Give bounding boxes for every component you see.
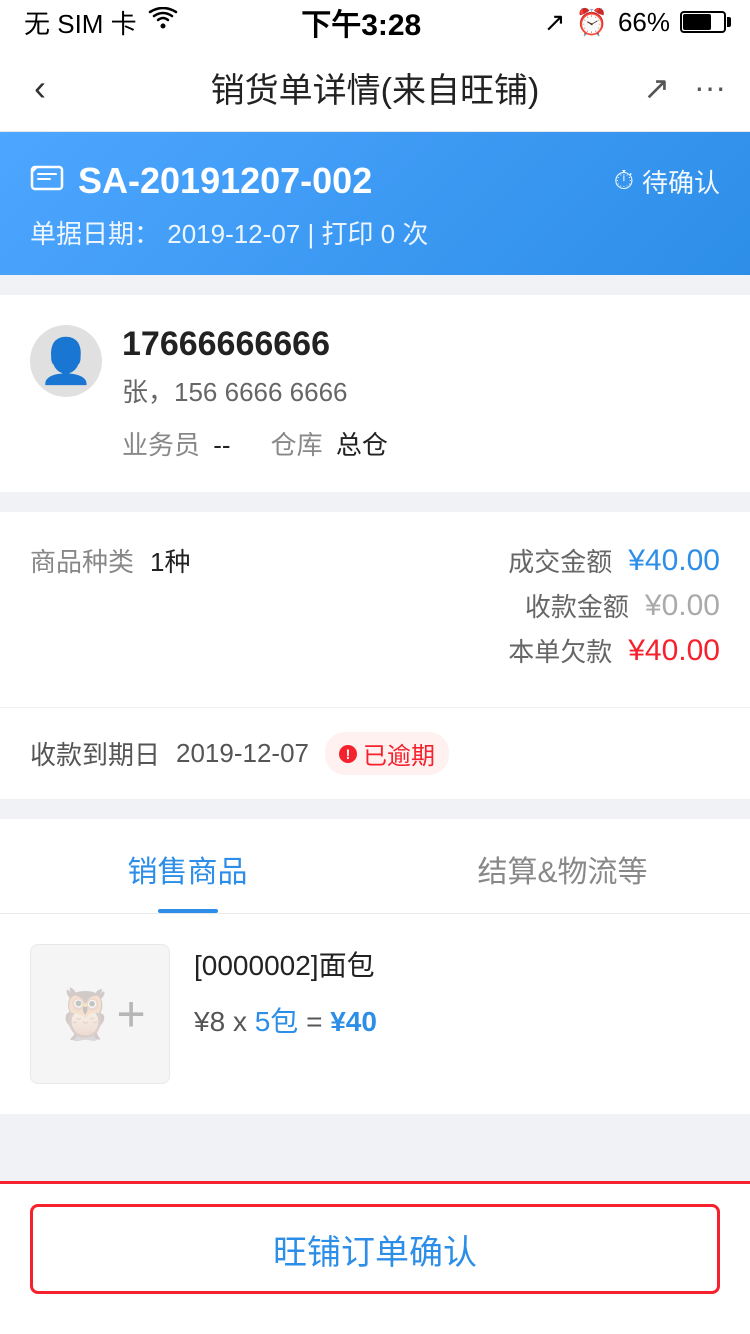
product-section: 🦉+ [0000002]面包 ¥8 x 5包 = ¥40	[0, 914, 750, 1114]
tab-bar: 销售商品 结算&物流等	[0, 819, 750, 914]
amount-row: 成交金额 ¥40.00	[508, 542, 720, 579]
salesperson-label: 业务员	[122, 430, 200, 460]
time-display: 下午3:28	[301, 0, 421, 44]
status-bar: 无 SIM 卡 下午3:28 ↗ ⏰ 66%	[0, 0, 750, 44]
product-item: 🦉+ [0000002]面包 ¥8 x 5包 = ¥40	[30, 944, 720, 1084]
product-price-row: ¥8 x 5包 = ¥40	[194, 1000, 720, 1040]
overdue-badge: ! 已逾期	[325, 732, 449, 775]
amount-label: 成交金额	[508, 542, 612, 579]
nav-actions: ↗ ···	[643, 69, 726, 107]
summary-right: 成交金额 ¥40.00 收款金额 ¥0.00 本单欠款 ¥40.00	[508, 542, 720, 677]
order-status: ⏱ 待确认	[614, 163, 720, 200]
tab-sales-products[interactable]: 销售商品	[0, 819, 375, 913]
due-date-section: 收款到期日 2019-12-07 ! 已逾期	[0, 708, 750, 799]
received-label: 收款金额	[525, 587, 629, 624]
balance-value: ¥40.00	[628, 634, 720, 668]
back-button[interactable]: ‹	[24, 57, 56, 119]
multiply-sign: x	[233, 1006, 255, 1037]
warehouse-value: 总仓	[336, 430, 388, 460]
status-text: 待确认	[642, 163, 720, 200]
bottom-bar: 旺铺订单确认	[0, 1181, 750, 1334]
carrier-text: 无 SIM 卡	[24, 4, 137, 41]
price-base: ¥8	[194, 1006, 225, 1037]
customer-name: 张，156 6666 6666	[122, 372, 720, 409]
order-header-card: SA-20191207-002 ⏱ 待确认 单据日期： 2019-12-07 |…	[0, 132, 750, 275]
warehouse-label: 仓库	[271, 430, 323, 460]
summary-left: 商品种类 1种	[30, 542, 190, 583]
customer-info: 17666666666 张，156 6666 6666 业务员 -- 仓库 总仓	[122, 325, 720, 462]
total-price: ¥40	[330, 1006, 377, 1037]
product-name: [0000002]面包	[194, 944, 720, 984]
avatar-icon: 👤	[39, 335, 94, 387]
received-value: ¥0.00	[645, 589, 720, 623]
received-row: 收款金额 ¥0.00	[508, 587, 720, 624]
salesperson-value: --	[213, 430, 230, 460]
page-title: 销货单详情(来自旺铺)	[211, 63, 540, 112]
summary-section: 商品种类 1种 成交金额 ¥40.00 收款金额 ¥0.00 本单欠款 ¥40.…	[0, 512, 750, 707]
balance-row: 本单欠款 ¥40.00	[508, 632, 720, 669]
customer-phone: 17666666666	[122, 325, 720, 364]
due-date-value: 2019-12-07	[176, 738, 309, 769]
header-top-row: SA-20191207-002 ⏱ 待确认	[30, 160, 720, 202]
customer-row: 👤 17666666666 张，156 6666 6666 业务员 -- 仓库 …	[30, 325, 720, 462]
nav-bar: ‹ 销货单详情(来自旺铺) ↗ ···	[0, 44, 750, 132]
product-thumbnail: 🦉+	[30, 944, 170, 1084]
battery-icon	[680, 11, 726, 33]
type-label: 商品种类	[30, 542, 134, 579]
status-right: ↗ ⏰ 66%	[544, 7, 726, 38]
status-left: 无 SIM 卡	[24, 4, 179, 41]
alarm-icon: ⏰	[576, 7, 608, 38]
order-icon	[30, 163, 64, 199]
product-logo: 🦉+	[54, 985, 145, 1044]
order-id: SA-20191207-002	[30, 160, 372, 202]
balance-label: 本单欠款	[508, 632, 612, 669]
overdue-text: 已逾期	[363, 736, 435, 771]
wifi-icon	[147, 7, 179, 38]
customer-avatar: 👤	[30, 325, 102, 397]
summary-grid: 商品种类 1种 成交金额 ¥40.00 收款金额 ¥0.00 本单欠款 ¥40.…	[30, 542, 720, 677]
warehouse-field: 仓库 总仓	[271, 425, 388, 462]
battery-percent: 66%	[618, 7, 670, 38]
salesperson-field: 业务员 --	[122, 425, 231, 462]
amount-value: ¥40.00	[628, 544, 720, 578]
tab-settlement[interactable]: 结算&物流等	[375, 819, 750, 913]
more-icon[interactable]: ···	[694, 69, 726, 106]
product-details: [0000002]面包 ¥8 x 5包 = ¥40	[194, 944, 720, 1040]
clock-icon: ⏱	[614, 165, 634, 197]
location-icon: ↗	[544, 7, 566, 38]
equals-sign: =	[306, 1006, 330, 1037]
customer-meta: 业务员 -- 仓库 总仓	[122, 425, 720, 462]
wangpu-confirm-button[interactable]: 旺铺订单确认	[30, 1204, 720, 1294]
customer-section: 👤 17666666666 张，156 6666 6666 业务员 -- 仓库 …	[0, 295, 750, 492]
quantity-text: 5包	[255, 1006, 299, 1037]
type-count: 1种	[150, 542, 190, 579]
share-icon[interactable]: ↗	[643, 69, 670, 107]
product-type-row: 商品种类 1种	[30, 542, 190, 579]
due-date-label: 收款到期日	[30, 735, 160, 772]
warning-icon: !	[339, 745, 357, 763]
order-date: 单据日期： 2019-12-07 | 打印 0 次	[30, 214, 720, 251]
